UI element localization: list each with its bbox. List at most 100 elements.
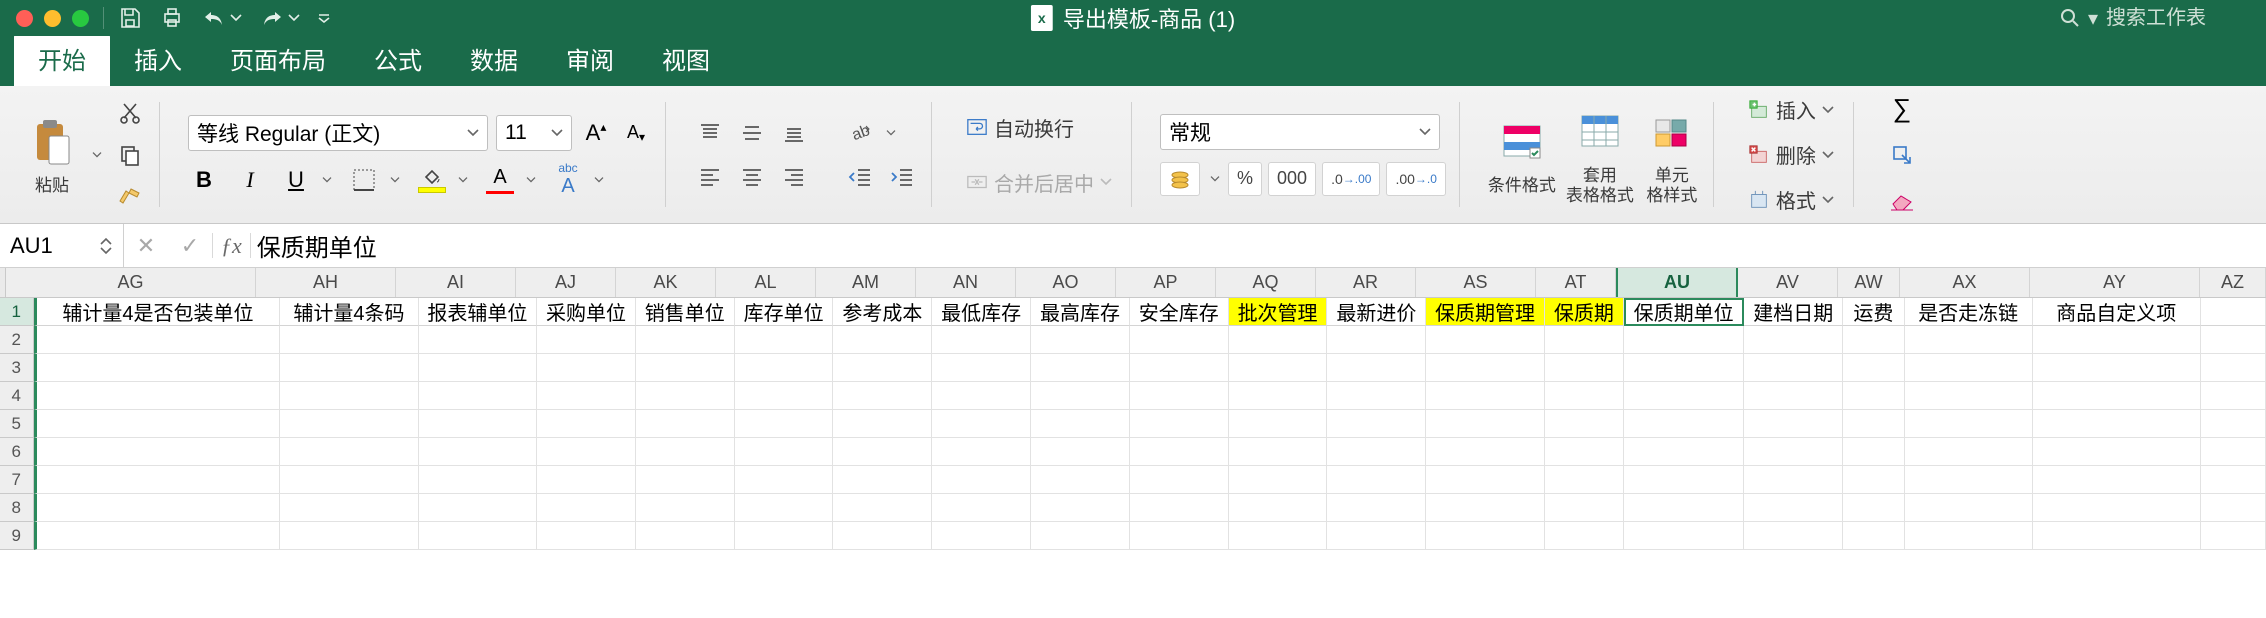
cell-AR4[interactable] xyxy=(1327,382,1426,410)
cell-AS7[interactable] xyxy=(1426,466,1545,494)
cell-AS8[interactable] xyxy=(1426,494,1545,522)
zoom-window-button[interactable] xyxy=(72,10,89,27)
cell-AP6[interactable] xyxy=(1130,438,1229,466)
cell-AZ3[interactable] xyxy=(2201,354,2266,382)
fill-button[interactable] xyxy=(1882,137,1922,173)
wrap-text-button[interactable]: 自动换行 xyxy=(960,109,1118,146)
cell-AL8[interactable] xyxy=(735,494,834,522)
cell-AK1[interactable]: 销售单位 xyxy=(636,298,735,326)
accounting-format-button[interactable] xyxy=(1160,162,1200,196)
font-color-button[interactable]: A xyxy=(484,165,516,195)
cell-AI4[interactable] xyxy=(419,382,538,410)
cell-AU7[interactable] xyxy=(1624,466,1745,494)
row-header-5[interactable]: 5 xyxy=(0,410,34,438)
tab-formulas[interactable]: 公式 xyxy=(350,33,446,86)
cell-AU4[interactable] xyxy=(1624,382,1745,410)
column-header-AJ[interactable]: AJ xyxy=(516,268,616,297)
cell-AJ7[interactable] xyxy=(537,466,636,494)
decrease-font-button[interactable]: A▾ xyxy=(620,118,652,148)
cell-AG2[interactable] xyxy=(34,326,281,354)
cell-AY8[interactable] xyxy=(2033,494,2201,522)
cell-AT9[interactable] xyxy=(1545,522,1624,550)
cell-AT1[interactable]: 保质期 xyxy=(1545,298,1624,326)
decrease-decimal-button[interactable]: .00→.0 xyxy=(1386,162,1445,196)
column-header-AH[interactable]: AH xyxy=(256,268,396,297)
phonetic-button[interactable]: abcA xyxy=(552,165,584,195)
font-name-select[interactable]: 等线 Regular (正文) xyxy=(188,115,488,151)
cell-AN1[interactable]: 最低库存 xyxy=(932,298,1031,326)
column-header-AO[interactable]: AO xyxy=(1016,268,1116,297)
column-header-AU[interactable]: AU xyxy=(1616,268,1738,297)
cell-AV7[interactable] xyxy=(1744,466,1843,494)
cell-AW9[interactable] xyxy=(1843,522,1904,550)
increase-decimal-button[interactable]: .0→.00 xyxy=(1322,162,1380,196)
align-middle-button[interactable] xyxy=(736,118,768,148)
column-header-AV[interactable]: AV xyxy=(1738,268,1838,297)
row-header-3[interactable]: 3 xyxy=(0,354,34,382)
cut-button[interactable] xyxy=(114,98,146,128)
conditional-format-button[interactable]: 条件格式 xyxy=(1488,114,1556,196)
redo-button[interactable] xyxy=(260,8,300,28)
cell-AU2[interactable] xyxy=(1624,326,1745,354)
cell-AQ3[interactable] xyxy=(1229,354,1328,382)
cell-AH8[interactable] xyxy=(280,494,418,522)
save-button[interactable] xyxy=(118,6,142,30)
cell-AR2[interactable] xyxy=(1327,326,1426,354)
cell-AL6[interactable] xyxy=(735,438,834,466)
cell-AY5[interactable] xyxy=(2033,410,2201,438)
enter-formula-button[interactable]: ✓ xyxy=(168,233,212,259)
cell-AP7[interactable] xyxy=(1130,466,1229,494)
cell-AU9[interactable] xyxy=(1624,522,1745,550)
cell-AO9[interactable] xyxy=(1031,522,1130,550)
cell-AH4[interactable] xyxy=(280,382,418,410)
cell-AL2[interactable] xyxy=(735,326,834,354)
tab-review[interactable]: 审阅 xyxy=(542,33,638,86)
cell-AH9[interactable] xyxy=(280,522,418,550)
cell-AW6[interactable] xyxy=(1843,438,1904,466)
column-header-AK[interactable]: AK xyxy=(616,268,716,297)
cell-AK9[interactable] xyxy=(636,522,735,550)
fill-color-dropdown[interactable] xyxy=(456,165,470,195)
column-header-AZ[interactable]: AZ xyxy=(2200,268,2266,297)
cell-AH1[interactable]: 辅计量4条码 xyxy=(280,298,418,326)
cell-AI6[interactable] xyxy=(419,438,538,466)
minimize-window-button[interactable] xyxy=(44,10,61,27)
cell-AG7[interactable] xyxy=(34,466,281,494)
increase-font-button[interactable]: A▴ xyxy=(580,118,612,148)
cell-AR6[interactable] xyxy=(1327,438,1426,466)
cell-AL4[interactable] xyxy=(735,382,834,410)
cell-AZ7[interactable] xyxy=(2201,466,2266,494)
cell-AS2[interactable] xyxy=(1426,326,1545,354)
cell-AR7[interactable] xyxy=(1327,466,1426,494)
cell-AP5[interactable] xyxy=(1130,410,1229,438)
cell-AO4[interactable] xyxy=(1031,382,1130,410)
cell-AL9[interactable] xyxy=(735,522,834,550)
undo-button[interactable] xyxy=(202,8,242,28)
cell-AZ2[interactable] xyxy=(2201,326,2266,354)
cell-AN5[interactable] xyxy=(932,410,1031,438)
autosum-button[interactable]: ∑ xyxy=(1882,91,1922,127)
cell-AT4[interactable] xyxy=(1545,382,1624,410)
cell-AG5[interactable] xyxy=(34,410,281,438)
column-header-AY[interactable]: AY xyxy=(2030,268,2200,297)
cell-AW1[interactable]: 运费 xyxy=(1843,298,1904,326)
cell-AP9[interactable] xyxy=(1130,522,1229,550)
cell-AG6[interactable] xyxy=(34,438,281,466)
fx-icon[interactable]: ƒx xyxy=(213,224,250,267)
close-window-button[interactable] xyxy=(16,10,33,27)
italic-button[interactable]: I xyxy=(234,165,266,195)
cell-AR8[interactable] xyxy=(1327,494,1426,522)
cell-AN8[interactable] xyxy=(932,494,1031,522)
cell-AZ9[interactable] xyxy=(2201,522,2266,550)
cell-AX3[interactable] xyxy=(1905,354,2033,382)
font-color-dropdown[interactable] xyxy=(524,165,538,195)
underline-dropdown[interactable] xyxy=(320,165,334,195)
cell-AK8[interactable] xyxy=(636,494,735,522)
cell-AI9[interactable] xyxy=(419,522,538,550)
cell-AU8[interactable] xyxy=(1624,494,1745,522)
cell-AY2[interactable] xyxy=(2033,326,2201,354)
cell-AT5[interactable] xyxy=(1545,410,1624,438)
cell-AW3[interactable] xyxy=(1843,354,1904,382)
cell-AU1[interactable]: 保质期单位 xyxy=(1624,298,1745,326)
format-painter-button[interactable] xyxy=(114,182,146,212)
